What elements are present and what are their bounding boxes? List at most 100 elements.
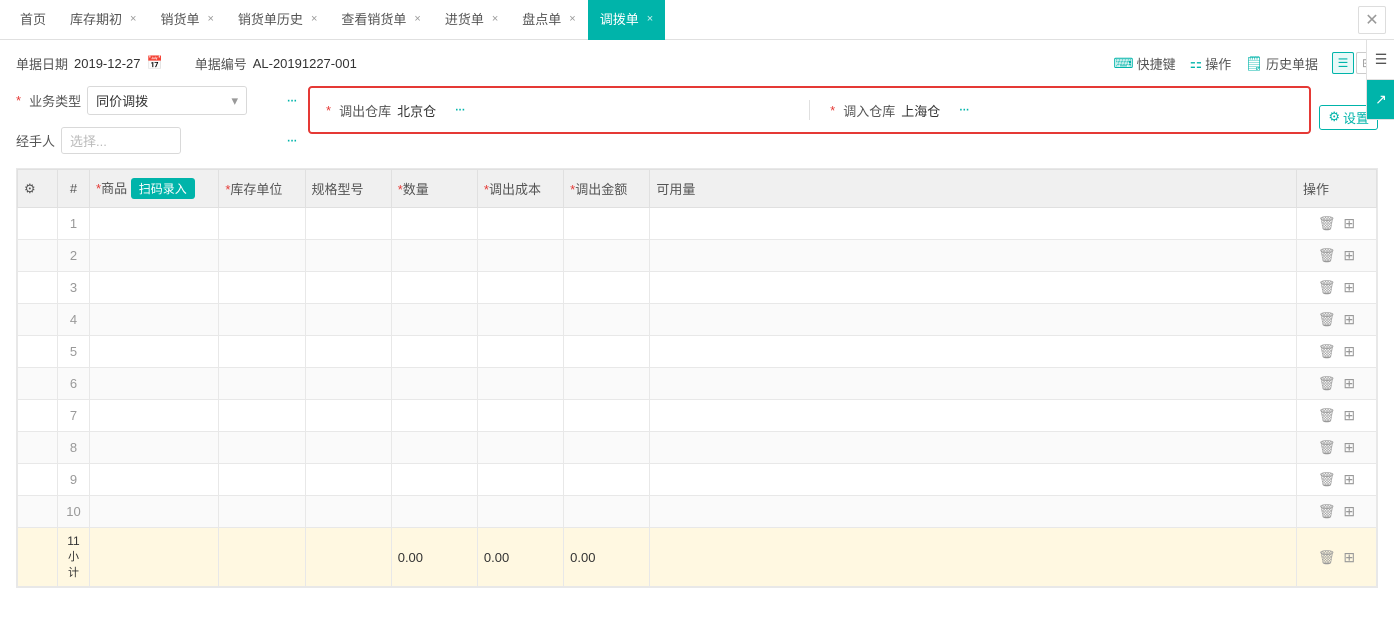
ops-cell: 🗑 ⊞ xyxy=(1297,496,1377,528)
handler-more[interactable]: ··· xyxy=(286,132,296,150)
tab-inventory-init[interactable]: 库存期初 × xyxy=(58,0,148,40)
spec-cell xyxy=(305,272,391,304)
quantity-cell[interactable] xyxy=(391,400,477,432)
operations-button[interactable]: ⚏ 操作 xyxy=(1190,54,1232,73)
tab-close-inventory-init[interactable]: × xyxy=(130,13,136,25)
amount-cell xyxy=(564,432,650,464)
delete-icon[interactable]: 🗑 xyxy=(1318,375,1336,391)
date-label: 单据日期 xyxy=(16,54,68,73)
quantity-cell[interactable] xyxy=(391,496,477,528)
copy-icon[interactable]: ⊞ xyxy=(1343,343,1355,359)
copy-icon[interactable]: ⊞ xyxy=(1343,247,1355,263)
product-cell[interactable] xyxy=(90,464,219,496)
warehouse-in-more[interactable]: ··· xyxy=(958,101,968,119)
quantity-cell[interactable] xyxy=(391,272,477,304)
warehouse-in-value[interactable]: 上海仓 xyxy=(901,101,940,120)
ops-cell: 🗑 ⊞ xyxy=(1297,464,1377,496)
delete-icon[interactable]: 🗑 xyxy=(1318,279,1336,295)
product-cell[interactable] xyxy=(90,496,219,528)
product-cell[interactable] xyxy=(90,400,219,432)
tab-transfer-order[interactable]: 调拨单 × xyxy=(588,0,665,40)
tab-close-purchase-order[interactable]: × xyxy=(492,13,498,25)
copy-icon[interactable]: ⊞ xyxy=(1343,375,1355,391)
handler-input[interactable]: 选择... xyxy=(61,127,181,154)
copy-icon[interactable]: ⊞ xyxy=(1343,407,1355,423)
date-value[interactable]: 2019-12-27 xyxy=(74,56,141,71)
copy-icon[interactable]: ⊞ xyxy=(1343,279,1355,295)
delete-icon[interactable]: 🗑 xyxy=(1318,407,1336,423)
tab-sales-history[interactable]: 销货单历史 × xyxy=(226,0,329,40)
business-type-value: 同价调拨 xyxy=(96,91,148,110)
row-num-cell: 7 xyxy=(58,400,90,432)
tab-inventory-check[interactable]: 盘点单 × xyxy=(510,0,587,40)
business-type-more[interactable]: ··· xyxy=(286,92,296,110)
data-table-wrap: ⚙ # *商品 扫码录入 *库存单位 规格型号 *数量 *调出成本 *调出金额 … xyxy=(16,168,1378,588)
delete-icon[interactable]: 🗑 xyxy=(1318,247,1336,263)
delete-icon[interactable]: 🗑 xyxy=(1318,471,1336,487)
delete-icon[interactable]: 🗑 xyxy=(1318,503,1336,519)
product-cell[interactable] xyxy=(90,208,219,240)
shortcuts-button[interactable]: ⌨ 快捷键 xyxy=(1113,54,1175,73)
tab-view-sales[interactable]: 查看销货单 × xyxy=(329,0,432,40)
cost-cell xyxy=(477,368,563,400)
cost-cell xyxy=(477,400,563,432)
list-view-button[interactable]: ☰ xyxy=(1332,52,1354,74)
warehouse-out-more[interactable]: ··· xyxy=(454,101,464,119)
copy-icon[interactable]: ⊞ xyxy=(1343,549,1355,565)
history-icon: 🗒 xyxy=(1245,55,1263,72)
cost-cell xyxy=(477,304,563,336)
history-button[interactable]: 🗒 历史单据 xyxy=(1245,54,1318,73)
quantity-cell[interactable] xyxy=(391,304,477,336)
row-num-cell: 5 xyxy=(58,336,90,368)
copy-icon[interactable]: ⊞ xyxy=(1343,439,1355,455)
delete-icon[interactable]: 🗑 xyxy=(1318,343,1336,359)
settings-cell xyxy=(18,400,58,432)
tab-home[interactable]: 首页 xyxy=(8,0,58,40)
tab-close-sales-order[interactable]: × xyxy=(207,13,213,25)
copy-icon[interactable]: ⊞ xyxy=(1343,503,1355,519)
sidebar-expand-icon[interactable]: ↗ xyxy=(1367,80,1394,120)
scan-button[interactable]: 扫码录入 xyxy=(131,178,195,199)
spec-cell xyxy=(305,368,391,400)
tab-close-transfer-order[interactable]: × xyxy=(647,13,653,25)
number-value[interactable]: AL-20191227-001 xyxy=(253,56,357,71)
product-cell[interactable] xyxy=(90,336,219,368)
subtotal-unit-cell xyxy=(219,528,305,587)
copy-icon[interactable]: ⊞ xyxy=(1343,471,1355,487)
warehouse-in-label: 调入仓库 xyxy=(843,101,895,120)
product-cell[interactable] xyxy=(90,272,219,304)
subtotal-spec-cell xyxy=(305,528,391,587)
quantity-cell[interactable] xyxy=(391,464,477,496)
delete-icon[interactable]: 🗑 xyxy=(1318,311,1336,327)
quantity-cell[interactable] xyxy=(391,368,477,400)
warehouse-out-value[interactable]: 北京仓 xyxy=(397,101,436,120)
calendar-icon[interactable]: 📅 xyxy=(147,55,163,71)
product-cell[interactable] xyxy=(90,368,219,400)
spec-cell xyxy=(305,464,391,496)
tab-close-inventory-check[interactable]: × xyxy=(569,13,575,25)
copy-icon[interactable]: ⊞ xyxy=(1343,215,1355,231)
quantity-cell[interactable] xyxy=(391,432,477,464)
copy-icon[interactable]: ⊞ xyxy=(1343,311,1355,327)
tab-sales-order[interactable]: 销货单 × xyxy=(148,0,225,40)
business-type-select[interactable]: 同价调拨 ▾ xyxy=(87,86,247,115)
tab-purchase-order[interactable]: 进货单 × xyxy=(433,0,510,40)
tab-bar-close-button[interactable]: ✕ xyxy=(1358,6,1386,34)
delete-icon[interactable]: 🗑 xyxy=(1318,215,1336,231)
tab-close-sales-history[interactable]: × xyxy=(311,13,317,25)
th-row-num: # xyxy=(58,170,90,208)
delete-icon[interactable]: 🗑 xyxy=(1318,549,1336,565)
product-cell[interactable] xyxy=(90,240,219,272)
sidebar-list-icon[interactable]: ☰ xyxy=(1367,40,1394,80)
quantity-cell[interactable] xyxy=(391,336,477,368)
tab-close-view-sales[interactable]: × xyxy=(414,13,420,25)
product-cell[interactable] xyxy=(90,432,219,464)
unit-cell xyxy=(219,240,305,272)
delete-icon[interactable]: 🗑 xyxy=(1318,439,1336,455)
product-cell[interactable] xyxy=(90,304,219,336)
settings-cell xyxy=(18,464,58,496)
quantity-cell[interactable] xyxy=(391,208,477,240)
quantity-cell[interactable] xyxy=(391,240,477,272)
settings-cell xyxy=(18,496,58,528)
th-settings[interactable]: ⚙ xyxy=(18,170,58,208)
